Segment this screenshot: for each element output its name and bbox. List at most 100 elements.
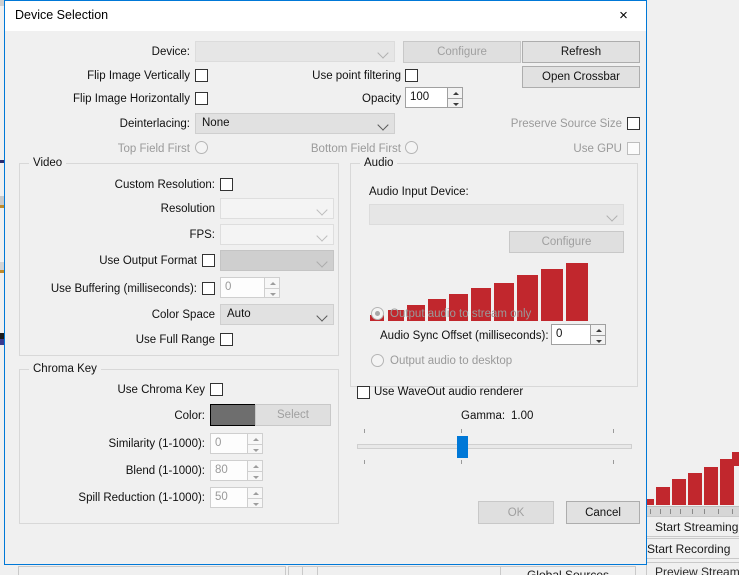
similarity-increase-icon — [247, 433, 263, 444]
use-buffering-checkbox[interactable] — [202, 282, 215, 295]
refresh-button[interactable]: Refresh — [522, 41, 640, 63]
preserve-source-size-checkbox[interactable] — [627, 117, 640, 130]
custom-resolution-label: Custom Resolution: — [114, 179, 215, 191]
ok-button: OK — [478, 501, 554, 524]
chevron-down-icon — [318, 257, 327, 266]
gamma-tick-left-top — [364, 429, 365, 433]
flip-horizontally-checkbox[interactable] — [195, 92, 208, 105]
use-full-range-label: Use Full Range — [135, 334, 215, 346]
opacity-increase-icon[interactable] — [447, 87, 463, 98]
similarity-input: 0 — [210, 433, 247, 454]
output-audio-stream-only-label: Output audio to stream only — [390, 308, 532, 320]
buffering-decrease-icon — [264, 287, 280, 298]
custom-resolution-checkbox[interactable] — [220, 178, 233, 191]
gamma-slider-handle[interactable] — [457, 436, 468, 458]
audio-configure-button: Configure — [509, 231, 624, 253]
preview-stream-label: Preview Stream — [655, 565, 739, 575]
device-selection-dialog: Device Selection × Device: Configure Ref… — [4, 0, 647, 565]
spill-decrease-icon — [247, 497, 263, 508]
deinterlacing-combobox[interactable]: None — [195, 113, 395, 134]
fps-label: FPS: — [189, 229, 215, 241]
dialog-title: Device Selection — [15, 8, 109, 22]
background-audio-meter-overflow — [732, 452, 739, 466]
cancel-button[interactable]: Cancel — [566, 501, 640, 524]
preserve-source-size-label: Preserve Source Size — [510, 118, 622, 130]
open-crossbar-button[interactable]: Open Crossbar — [522, 66, 640, 88]
bottom-field-first-radio — [405, 141, 418, 154]
spill-reduction-stepper: 50 — [210, 487, 263, 508]
bottom-field-first-label: Bottom Field First — [310, 143, 401, 155]
similarity-label: Similarity (1-1000): — [108, 438, 206, 450]
start-recording-label: Start Recording — [647, 541, 731, 556]
opacity-label: Opacity — [362, 93, 401, 105]
spill-increase-icon — [247, 487, 263, 498]
background-dock-mixer — [302, 566, 318, 575]
audio-input-device-combobox[interactable] — [369, 204, 624, 225]
color-space-combobox[interactable]: Auto — [220, 304, 334, 325]
blend-stepper: 80 — [210, 460, 263, 481]
chroma-select-button: Select — [255, 404, 331, 426]
fps-combobox[interactable] — [220, 224, 334, 245]
blend-increase-icon — [247, 460, 263, 471]
buffering-stepper: 0 — [220, 277, 280, 298]
background-audio-meter — [646, 440, 739, 505]
start-streaming-button[interactable]: Start Streaming — [646, 516, 739, 537]
global-sources-label: Global Sources — [526, 568, 610, 575]
flip-vertically-checkbox[interactable] — [195, 69, 208, 82]
top-field-first-label: Top Field First — [117, 143, 190, 155]
gamma-label: Gamma: — [461, 410, 506, 422]
use-chroma-key-checkbox[interactable] — [210, 383, 223, 396]
chevron-down-icon — [318, 205, 327, 214]
preview-stream-button[interactable]: Preview Stream — [646, 562, 739, 575]
start-streaming-label: Start Streaming — [655, 519, 739, 534]
buffering-increase-icon — [264, 277, 280, 288]
blend-decrease-icon — [247, 470, 263, 481]
audio-group-caption: Audio — [360, 157, 398, 169]
gamma-tick-right-bottom — [613, 460, 614, 464]
blend-label: Blend (1-1000): — [125, 465, 205, 477]
use-output-format-checkbox[interactable] — [202, 254, 215, 267]
resolution-combobox[interactable] — [220, 198, 334, 219]
use-output-format-label: Use Output Format — [99, 255, 197, 267]
similarity-stepper: 0 — [210, 433, 263, 454]
use-waveout-checkbox[interactable] — [357, 386, 370, 399]
flip-vertically-label: Flip Image Vertically — [87, 70, 190, 82]
deinterlacing-label: Deinterlacing: — [119, 118, 190, 130]
chevron-down-icon — [318, 311, 327, 320]
resolution-label: Resolution — [160, 203, 215, 215]
opacity-stepper[interactable]: 100 — [405, 87, 463, 108]
output-audio-stream-only-radio — [371, 307, 384, 320]
close-icon[interactable]: × — [601, 1, 646, 30]
chevron-down-icon — [379, 48, 388, 57]
chroma-color-swatch[interactable] — [210, 404, 256, 426]
dialog-titlebar: Device Selection × — [5, 1, 646, 31]
audio-input-device-label: Audio Input Device: — [369, 186, 469, 198]
audio-sync-offset-stepper[interactable]: 0 — [551, 324, 606, 345]
buffering-input: 0 — [220, 277, 264, 298]
audio-sync-offset-input[interactable]: 0 — [551, 324, 590, 345]
use-full-range-checkbox[interactable] — [220, 333, 233, 346]
chroma-key-group-caption: Chroma Key — [29, 363, 101, 375]
output-audio-desktop-label: Output audio to desktop — [390, 355, 513, 367]
similarity-decrease-icon — [247, 443, 263, 454]
use-buffering-label: Use Buffering (milliseconds): — [50, 283, 197, 295]
start-recording-button[interactable]: Start Recording — [638, 538, 739, 559]
opacity-input[interactable]: 100 — [405, 87, 447, 108]
use-gpu-checkbox — [627, 142, 640, 155]
gamma-tick-center-top — [461, 429, 462, 433]
use-gpu-label: Use GPU — [573, 143, 622, 155]
gamma-slider[interactable] — [357, 429, 632, 465]
device-combobox[interactable] — [195, 41, 395, 62]
background-dock-globalsources: Global Sources — [500, 566, 636, 575]
gamma-slider-track[interactable] — [357, 444, 632, 449]
chevron-down-icon — [379, 120, 388, 129]
gamma-tick-left-bottom — [364, 460, 365, 464]
top-field-first-radio — [195, 141, 208, 154]
opacity-decrease-icon[interactable] — [447, 97, 463, 108]
sync-offset-decrease-icon[interactable] — [590, 334, 606, 345]
background-dock-sources — [18, 566, 286, 575]
sync-offset-increase-icon[interactable] — [590, 324, 606, 335]
use-waveout-label: Use WaveOut audio renderer — [374, 386, 524, 398]
gamma-tick-right-top — [613, 429, 614, 433]
use-point-filtering-checkbox[interactable] — [405, 69, 418, 82]
